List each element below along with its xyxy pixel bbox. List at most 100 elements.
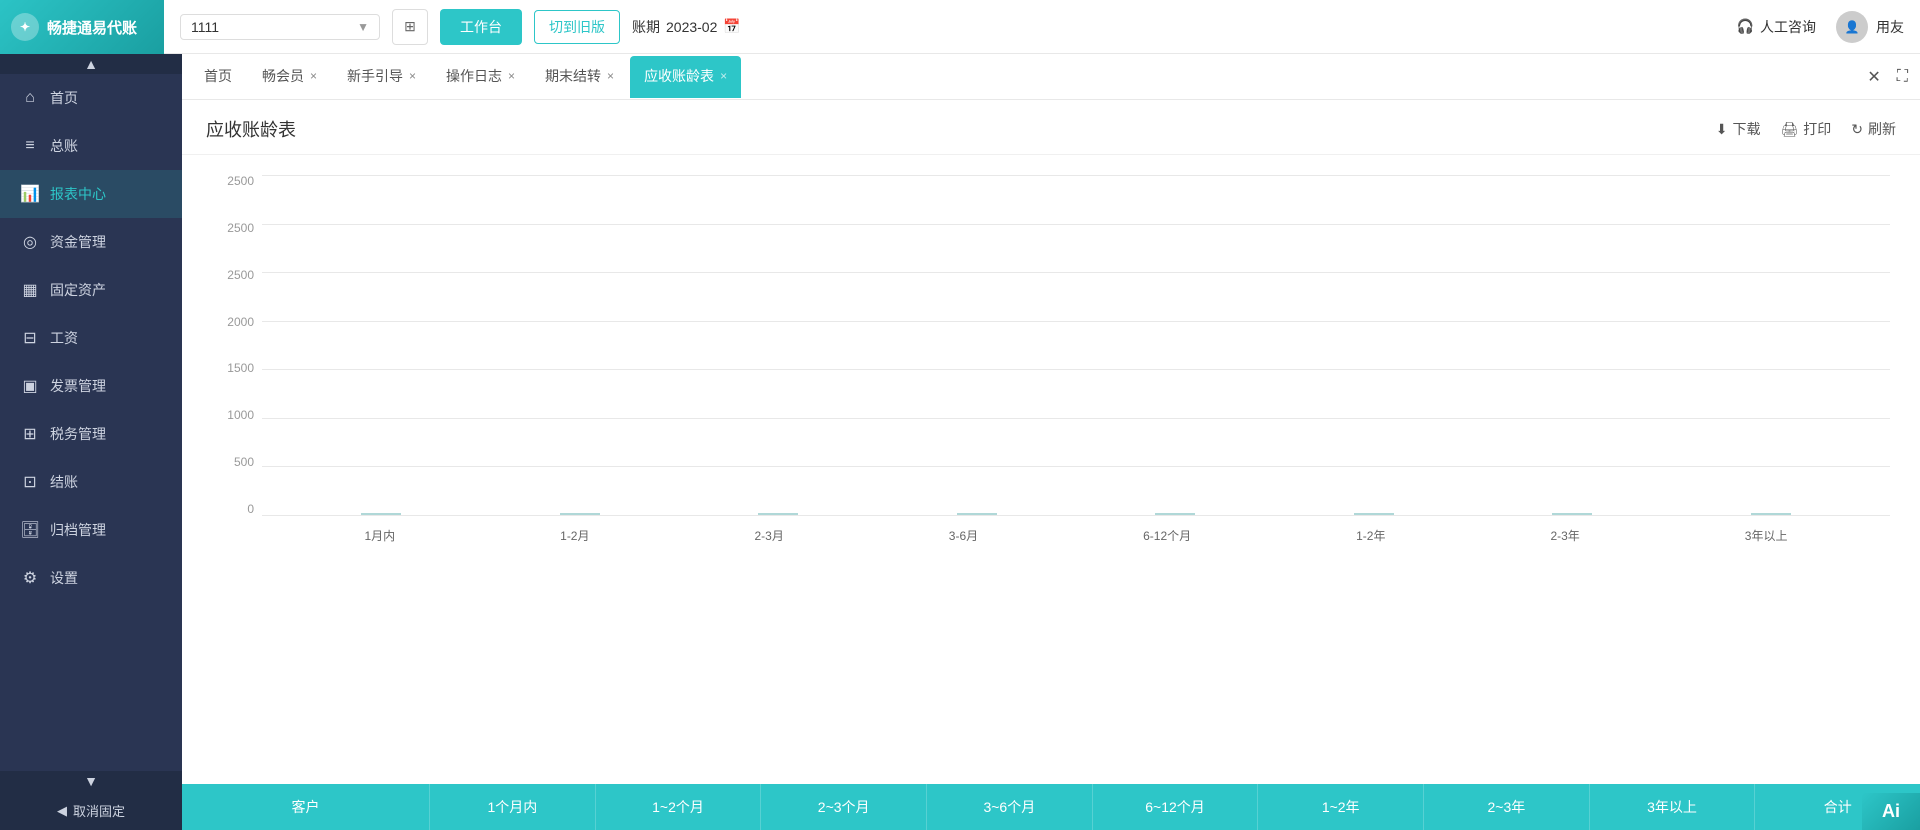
th-3plus: 3年以上: [1590, 784, 1756, 830]
period-label: 账期: [632, 17, 660, 37]
tab-oplog[interactable]: 操作日志 ×: [432, 56, 529, 98]
invoice-icon: ▣: [20, 376, 40, 396]
download-icon: ⬇: [1716, 121, 1728, 138]
sidebar-label-ledger: 总账: [50, 136, 78, 156]
x-label-1-2month: 1-2月: [560, 527, 589, 544]
sidebar-scroll-up[interactable]: ▲: [0, 54, 182, 74]
tab-period-close-close[interactable]: ×: [607, 69, 614, 83]
close-accounts-icon: ⊡: [20, 472, 40, 492]
header-right: 🎧 人工咨询 👤 用友: [1737, 11, 1904, 43]
copy-icon: ⊞: [404, 18, 416, 35]
user-area[interactable]: 👤 用友: [1836, 11, 1904, 43]
tab-home[interactable]: 首页: [190, 56, 246, 98]
reports-icon: 📊: [20, 184, 40, 204]
workbench-button[interactable]: 工作台: [440, 9, 522, 45]
th-6-12month: 6~12个月: [1093, 784, 1259, 830]
cancel-pin-button[interactable]: ◀ 取消固定: [0, 791, 182, 830]
chart-container: 2500 2500 2500 2000 1500 1000 500 0: [182, 155, 1920, 784]
headset-icon: 🎧: [1737, 18, 1754, 35]
tab-guide[interactable]: 新手引导 ×: [333, 56, 430, 98]
copy-button[interactable]: ⊞: [392, 9, 428, 45]
user-name: 用友: [1876, 17, 1904, 37]
th-1-2year: 1~2年: [1258, 784, 1424, 830]
close-all-tabs-button[interactable]: ✕: [1863, 63, 1884, 91]
consult-button[interactable]: 🎧 人工咨询: [1737, 17, 1816, 37]
sidebar-item-close[interactable]: ⊡ 结账: [0, 458, 182, 506]
sidebar-item-reports[interactable]: 📊 报表中心: [0, 170, 182, 218]
tab-period-close[interactable]: 期末结转 ×: [531, 56, 628, 98]
tab-home-label: 首页: [204, 66, 232, 86]
sidebar-item-funds[interactable]: ◎ 资金管理: [0, 218, 182, 266]
x-label-1-2year: 1-2年: [1356, 527, 1385, 544]
refresh-label: 刷新: [1868, 119, 1896, 139]
assets-icon: ▦: [20, 280, 40, 300]
x-label-6-12month: 6-12个月: [1143, 527, 1191, 544]
sidebar-item-payroll[interactable]: ⊟ 工资: [0, 314, 182, 362]
sidebar-label-reports: 报表中心: [50, 184, 106, 204]
sidebar-item-archive[interactable]: 🗄 归档管理: [0, 506, 182, 554]
sidebar-label-tax: 税务管理: [50, 424, 106, 444]
period-value: 2023-02: [666, 19, 717, 35]
ai-badge[interactable]: Ai: [1862, 793, 1920, 830]
th-2-3month: 2~3个月: [761, 784, 927, 830]
sidebar-item-invoice[interactable]: ▣ 发票管理: [0, 362, 182, 410]
page-title-bar: 应收账龄表 ⬇ 下载 🖨 打印 ↻ 刷新: [182, 100, 1920, 155]
tab-ar-aging-close[interactable]: ×: [720, 69, 727, 83]
sidebar-label-payroll: 工资: [50, 328, 78, 348]
content-area: 首页 畅会员 × 新手引导 × 操作日志 × 期末结转 × 应收账龄表 ×: [182, 54, 1920, 830]
calendar-icon[interactable]: 📅: [723, 18, 740, 35]
sidebar-scroll-down[interactable]: ▼: [0, 771, 182, 791]
sidebar-label-funds: 资金管理: [50, 232, 106, 252]
sidebar-item-ledger[interactable]: ≡ 总账: [0, 122, 182, 170]
tab-oplog-close[interactable]: ×: [508, 69, 515, 83]
ai-label: Ai: [1882, 801, 1900, 821]
y-label-5: 1000: [227, 409, 254, 421]
company-selector[interactable]: 1111 ▼: [180, 14, 380, 40]
sidebar-item-tax[interactable]: ⊞ 税务管理: [0, 410, 182, 458]
x-label-2-3year: 2-3年: [1550, 527, 1579, 544]
funds-icon: ◎: [20, 232, 40, 252]
consult-label: 人工咨询: [1760, 17, 1816, 37]
refresh-icon: ↻: [1851, 121, 1863, 138]
y-label-2: 2500: [227, 269, 254, 281]
expand-tabs-button[interactable]: ⛶: [1893, 64, 1912, 90]
refresh-button[interactable]: ↻ 刷新: [1851, 119, 1896, 139]
bar-chart: 2500 2500 2500 2000 1500 1000 500 0: [212, 175, 1890, 555]
tab-oplog-label: 操作日志: [446, 66, 502, 86]
sidebar-label-close: 结账: [50, 472, 78, 492]
sidebar-label-assets: 固定资产: [50, 280, 106, 300]
table-header: 客户 1个月内 1~2个月 2~3个月 3~6个月 6~12个月: [182, 784, 1920, 830]
y-label-6: 500: [234, 456, 254, 468]
page-actions: ⬇ 下载 🖨 打印 ↻ 刷新: [1716, 119, 1896, 139]
sidebar-item-assets[interactable]: ▦ 固定资产: [0, 266, 182, 314]
th-3-6month: 3~6个月: [927, 784, 1093, 830]
logo-text: 畅捷通易代账: [47, 17, 137, 38]
logo: ✦ 畅捷通易代账: [0, 0, 164, 54]
y-label-1: 2500: [227, 222, 254, 234]
sidebar: ▲ ⌂ 首页 ≡ 总账 📊 报表中心 ◎ 资金管理 ▦ 固定资产 ⊟ 工资 ▣ …: [0, 54, 182, 830]
page-content: 应收账龄表 ⬇ 下载 🖨 打印 ↻ 刷新: [182, 100, 1920, 830]
settings-icon: ⚙: [20, 568, 40, 588]
download-button[interactable]: ⬇ 下载: [1716, 119, 1761, 139]
sidebar-item-settings[interactable]: ⚙ 设置: [0, 554, 182, 602]
tab-member-close[interactable]: ×: [310, 69, 317, 83]
tab-member[interactable]: 畅会员 ×: [248, 56, 331, 98]
download-label: 下载: [1732, 119, 1760, 139]
sidebar-item-home[interactable]: ⌂ 首页: [0, 74, 182, 122]
company-name: 1111: [191, 19, 349, 35]
tab-ar-aging[interactable]: 应收账龄表 ×: [630, 56, 741, 98]
tabs-bar: 首页 畅会员 × 新手引导 × 操作日志 × 期末结转 × 应收账龄表 ×: [182, 54, 1920, 100]
tab-guide-label: 新手引导: [347, 66, 403, 86]
print-button[interactable]: 🖨 打印: [1780, 119, 1831, 139]
y-label-3: 2000: [227, 316, 254, 328]
y-axis-labels: 2500 2500 2500 2000 1500 1000 500 0: [212, 175, 262, 515]
th-2-3year: 2~3年: [1424, 784, 1590, 830]
sidebar-label-settings: 设置: [50, 568, 78, 588]
switch-version-button[interactable]: 切到旧版: [534, 10, 620, 44]
ledger-icon: ≡: [20, 137, 40, 155]
y-label-7: 0: [247, 503, 254, 515]
tabs-actions: ✕ ⛶: [1863, 63, 1912, 91]
th-customer: 客户: [182, 784, 430, 830]
sidebar-label-home: 首页: [50, 88, 78, 108]
tab-guide-close[interactable]: ×: [409, 69, 416, 83]
